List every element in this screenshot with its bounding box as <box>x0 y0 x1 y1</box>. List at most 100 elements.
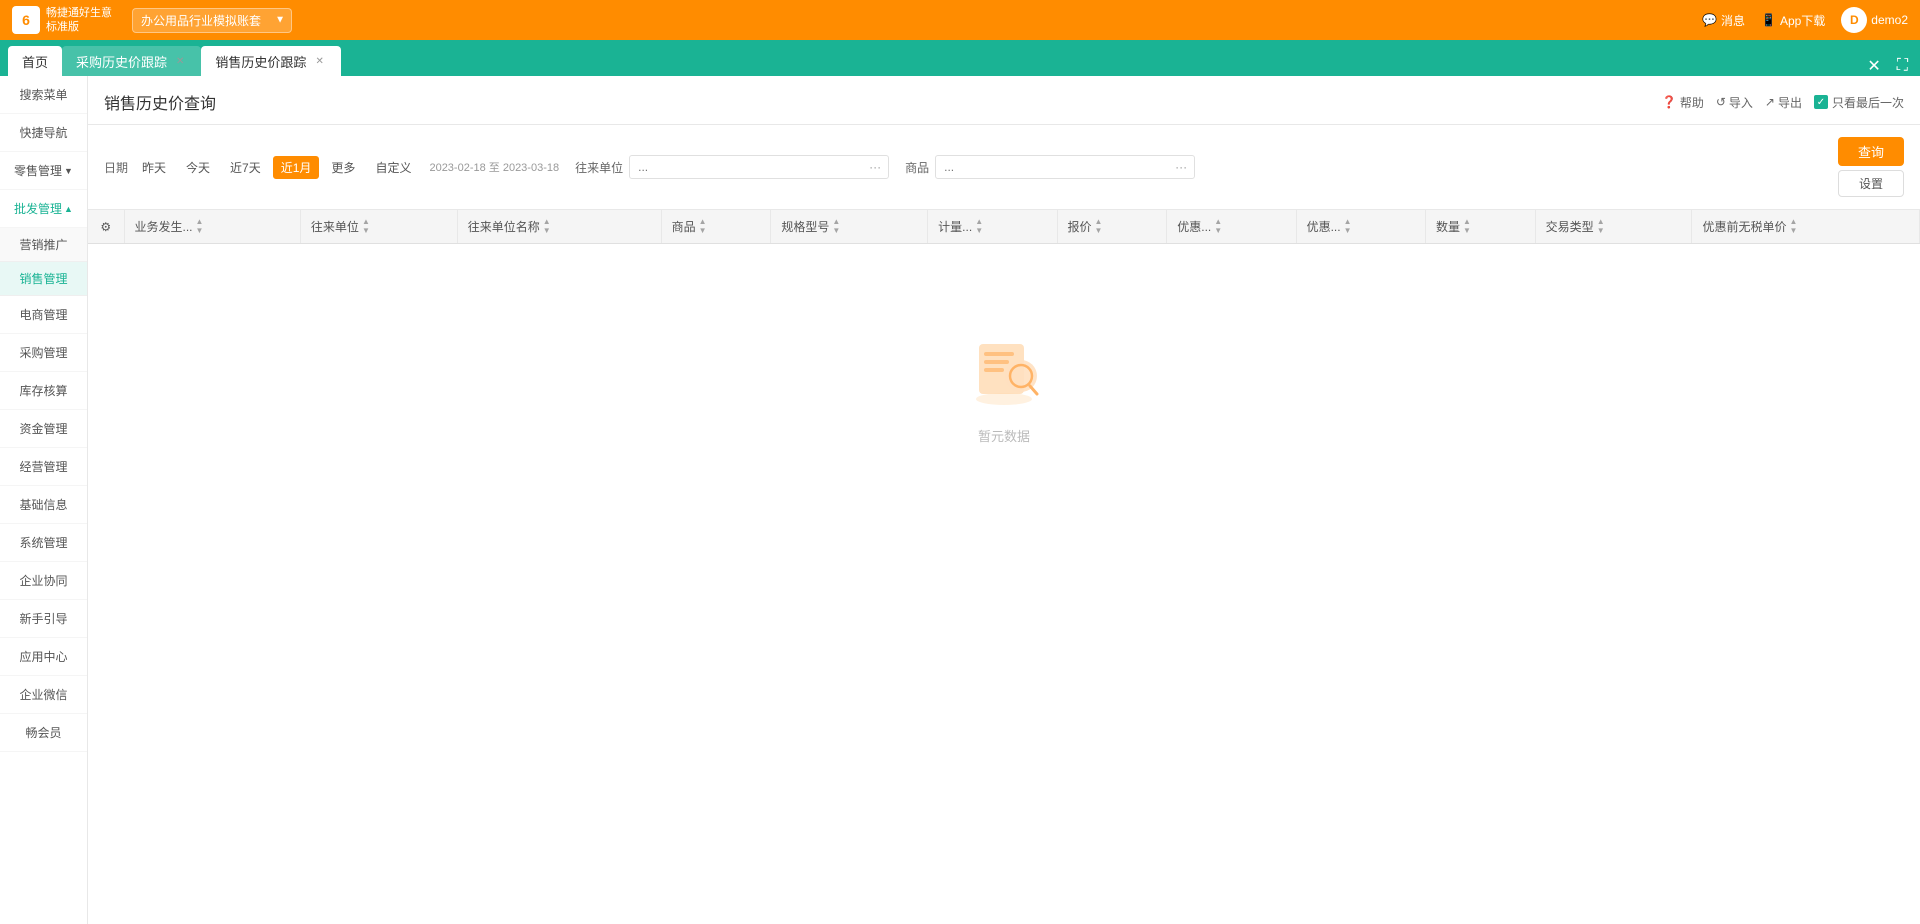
only-last-checkbox[interactable]: ✓ 只看最后一次 <box>1814 94 1904 111</box>
sidebar-sub-section: 营销推广 销售管理 <box>0 228 87 296</box>
user-menu[interactable]: D demo2 <box>1841 7 1908 33</box>
sort-up-icon: ▲ <box>699 218 707 226</box>
sort-up-icon: ▲ <box>1214 218 1222 226</box>
date-btn-more[interactable]: 更多 <box>323 156 363 179</box>
product-filter-group: 商品 ··· <box>905 155 1195 179</box>
table-wrap: ⚙ 业务发生... ▲ ▼ <box>88 210 1920 924</box>
logo-area: 6 畅捷通好生意 标准版 <box>12 6 112 35</box>
sort-up-icon: ▲ <box>1463 218 1471 226</box>
sort-up-icon: ▲ <box>196 218 204 226</box>
date-btn-today[interactable]: 今天 <box>178 156 218 179</box>
chevron-down-icon: ▼ <box>64 166 73 176</box>
query-button[interactable]: 查询 <box>1838 137 1904 166</box>
date-btn-yesterday[interactable]: 昨天 <box>134 156 174 179</box>
sidebar-item-search-menu[interactable]: 搜索菜单 <box>0 76 87 114</box>
sidebar-item-retail-mgmt[interactable]: 零售管理 ▼ <box>0 152 87 190</box>
logo-icon: 6 <box>12 6 40 34</box>
sidebar-item-vip-member[interactable]: 畅会员 <box>0 714 87 752</box>
page-header-actions: ❓ 帮助 ↺ 导入 ↗ 导出 ✓ 只看最后一次 <box>1662 94 1904 111</box>
filter-bar: 日期 昨天 今天 近7天 近1月 更多 自定义 2023-02-18 至 202… <box>88 125 1920 210</box>
date-range-text: 2023-02-18 至 2023-03-18 <box>429 159 559 175</box>
tab-fullscreen-icon[interactable]: ⛶ <box>1893 57 1912 75</box>
sort-down-icon: ▼ <box>1095 227 1103 235</box>
date-label: 日期 <box>104 159 128 176</box>
sort-up-icon: ▲ <box>362 218 370 226</box>
gear-icon[interactable]: ⚙ <box>100 220 111 234</box>
sort-down-icon: ▼ <box>1597 227 1605 235</box>
sort-up-icon: ▲ <box>975 218 983 226</box>
app-download-button[interactable]: 📱 App下载 <box>1761 12 1825 29</box>
sort-down-icon: ▼ <box>1790 227 1798 235</box>
setting-button[interactable]: 设置 <box>1838 170 1904 197</box>
tab-close-all-icon[interactable]: ✕ <box>1863 56 1884 76</box>
date-filter-group: 日期 昨天 今天 近7天 近1月 更多 自定义 2023-02-18 至 202… <box>104 156 559 179</box>
empty-text: 暂元数据 <box>978 426 1030 445</box>
col-biz-date: 业务发生... ▲ ▼ <box>124 210 300 244</box>
message-icon: 💬 <box>1702 13 1717 27</box>
app-download-icon: 📱 <box>1761 13 1776 27</box>
tab-purchase-history[interactable]: 采购历史价跟踪 ✕ <box>62 46 201 76</box>
sidebar-item-purchase-mgmt[interactable]: 采购管理 <box>0 334 87 372</box>
sidebar-item-wholesale-mgmt[interactable]: 批发管理 ▲ <box>0 190 87 228</box>
sort-down-icon: ▼ <box>699 227 707 235</box>
tab-bar-right: ✕ ⛶ <box>1863 56 1912 76</box>
help-button[interactable]: ❓ 帮助 <box>1662 94 1704 111</box>
tab-close-purchase[interactable]: ✕ <box>173 55 187 68</box>
message-button[interactable]: 💬 消息 <box>1702 12 1745 29</box>
col-quantity: 数量 ▲ ▼ <box>1425 210 1535 244</box>
sort-down-icon: ▼ <box>543 227 551 235</box>
counterpart-input-wrap: ··· <box>629 155 889 179</box>
sidebar-item-ecom-mgmt[interactable]: 电商管理 <box>0 296 87 334</box>
col-discount2: 优惠... ▲ ▼ <box>1296 210 1425 244</box>
sort-down-icon: ▼ <box>362 227 370 235</box>
date-btn-7days[interactable]: 近7天 <box>222 156 269 179</box>
sidebar-item-enterprise-wechat[interactable]: 企业微信 <box>0 676 87 714</box>
sort-down-icon: ▼ <box>1463 227 1471 235</box>
col-product: 商品 ▲ ▼ <box>661 210 771 244</box>
date-btn-1month[interactable]: 近1月 <box>273 156 320 179</box>
sort-up-icon: ▲ <box>1790 218 1798 226</box>
sidebar-item-system-mgmt[interactable]: 系统管理 <box>0 524 87 562</box>
empty-state: 暂元数据 <box>88 244 1920 525</box>
content-area: 销售历史价查询 ❓ 帮助 ↺ 导入 ↗ 导出 ✓ 只看最后一次 <box>88 76 1920 924</box>
product-input[interactable] <box>935 155 1195 179</box>
sort-down-icon: ▼ <box>1344 227 1352 235</box>
help-icon: ❓ <box>1662 95 1677 109</box>
sort-down-icon: ▼ <box>832 227 840 235</box>
sidebar-sub-item-marketing[interactable]: 营销推广 <box>0 228 87 262</box>
tab-home[interactable]: 首页 <box>8 46 62 76</box>
col-trade-type: 交易类型 ▲ ▼ <box>1535 210 1692 244</box>
sidebar-item-quick-nav[interactable]: 快捷导航 <box>0 114 87 152</box>
sidebar-item-inventory-check[interactable]: 库存核算 <box>0 372 87 410</box>
sidebar-item-new-guide[interactable]: 新手引导 <box>0 600 87 638</box>
sidebar-item-ops-mgmt[interactable]: 经营管理 <box>0 448 87 486</box>
date-btn-custom[interactable]: 自定义 <box>367 156 419 179</box>
import-button[interactable]: ↺ 导入 <box>1716 94 1753 111</box>
sort-down-icon: ▼ <box>975 227 983 235</box>
sidebar-item-app-center[interactable]: 应用中心 <box>0 638 87 676</box>
sidebar-item-enterprise-collab[interactable]: 企业协同 <box>0 562 87 600</box>
app-selector-wrap: 办公用品行业模拟账套 ▼ <box>112 8 1702 33</box>
app-selector-arrow-icon: ▼ <box>275 15 285 26</box>
sidebar-sub-item-sales[interactable]: 销售管理 <box>0 262 87 296</box>
counterpart-filter-group: 往来单位 ··· <box>575 155 889 179</box>
col-spec: 规格型号 ▲ ▼ <box>771 210 928 244</box>
col-quoted-price: 报价 ▲ ▼ <box>1057 210 1167 244</box>
top-bar: 6 畅捷通好生意 标准版 办公用品行业模拟账套 ▼ 💬 消息 📱 App下载 D… <box>0 0 1920 40</box>
sort-up-icon: ▲ <box>1597 218 1605 226</box>
sort-up-icon: ▲ <box>543 218 551 226</box>
date-btn-group: 昨天 今天 近7天 近1月 更多 自定义 <box>134 156 419 179</box>
export-button[interactable]: ↗ 导出 <box>1765 94 1802 111</box>
checkbox-icon: ✓ <box>1814 95 1828 109</box>
sort-down-icon: ▼ <box>196 227 204 235</box>
sidebar: 搜索菜单 快捷导航 零售管理 ▼ 批发管理 ▲ 营销推广 销售管理 <box>0 76 88 924</box>
counterpart-input[interactable] <box>629 155 889 179</box>
sort-up-icon: ▲ <box>1095 218 1103 226</box>
table-header-row: ⚙ 业务发生... ▲ ▼ <box>88 210 1920 244</box>
col-counterpart-name: 往来单位名称 ▲ ▼ <box>457 210 661 244</box>
sidebar-item-basic-info[interactable]: 基础信息 <box>0 486 87 524</box>
tab-sales-history[interactable]: 销售历史价跟踪 ✕ <box>201 46 340 76</box>
sidebar-item-finance-mgmt[interactable]: 资金管理 <box>0 410 87 448</box>
tab-close-sales[interactable]: ✕ <box>312 55 326 68</box>
app-selector[interactable]: 办公用品行业模拟账套 ▼ <box>132 8 292 33</box>
